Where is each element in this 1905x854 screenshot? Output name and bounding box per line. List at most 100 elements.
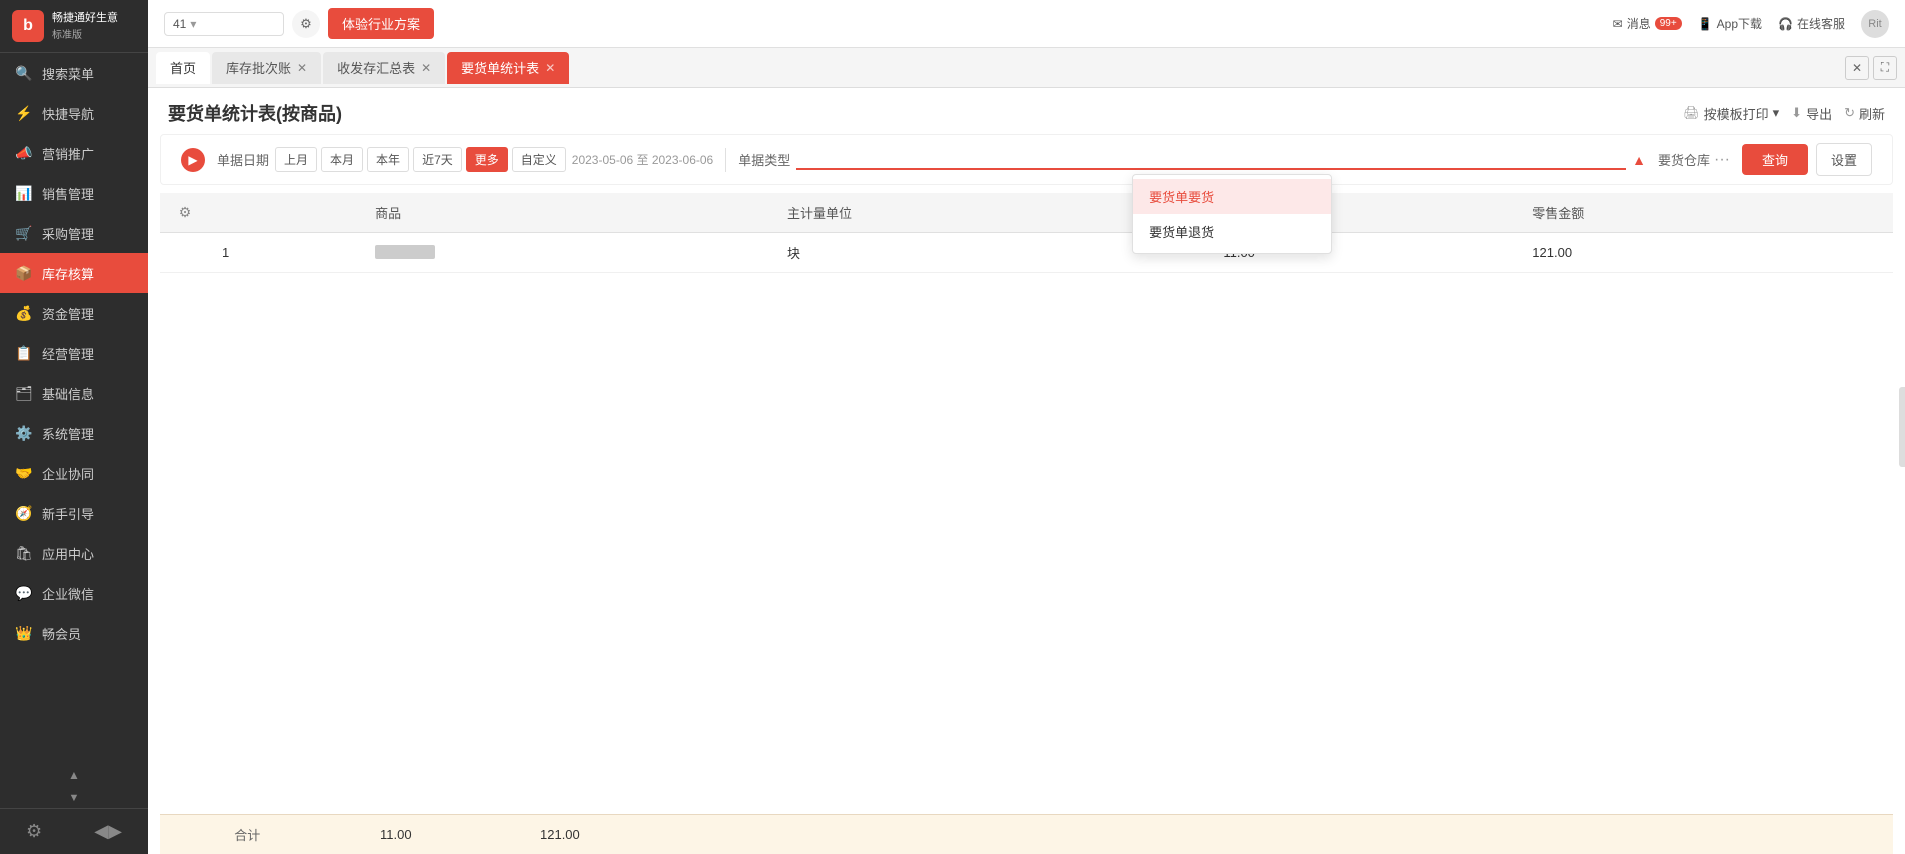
settings-row-button[interactable]: 设置 (1816, 143, 1872, 176)
column-settings-icon[interactable]: ⚙ (179, 204, 192, 220)
sidebar-item-purchase[interactable]: 🛒 采购管理 (0, 213, 148, 253)
tabbar-end: ✕ ⛶ (1845, 56, 1897, 80)
store-num: 41 (173, 17, 186, 31)
sidebar-label-guide: 新手引导 (42, 504, 94, 523)
sidebar-item-search[interactable]: 🔍 搜索菜单 (0, 53, 148, 93)
type-filter-input[interactable] (796, 149, 1626, 170)
sidebar-item-cooperation[interactable]: 🤝 企业协同 (0, 453, 148, 493)
warehouse-filter-more-icon[interactable]: ··· (1714, 151, 1730, 169)
app-logo: b 畅捷通好生意 标准版 (0, 0, 148, 53)
main-area: 41 ▾ ⚙ 体验行业方案 ✉ 消息 99+ 📱 App下载 🎧 在线客服 Ri… (148, 0, 1905, 854)
online-service-action[interactable]: 🎧 在线客服 (1778, 15, 1845, 32)
message-badge: 99+ (1655, 17, 1682, 30)
tab-home[interactable]: 首页 (156, 52, 210, 84)
sidebar-settings-btn[interactable]: ⚙ (18, 817, 50, 846)
footer-amount: 121.00 (540, 827, 620, 842)
sidebar-scroll-down[interactable]: ▼ (0, 788, 148, 808)
col-goods-header: 商品 (363, 193, 775, 233)
tab-inventory-batch[interactable]: 库存批次账 ✕ (212, 52, 321, 84)
store-selector[interactable]: 41 ▾ (164, 12, 284, 36)
sidebar-item-quicknav[interactable]: ⚡ 快捷导航 (0, 93, 148, 133)
sidebar-label-inventory: 库存核算 (42, 264, 94, 283)
date-btn-this-year[interactable]: 本年 (367, 147, 409, 172)
query-button[interactable]: 查询 (1742, 144, 1808, 175)
type-filter-label: 单据类型 (738, 150, 790, 169)
filter-actions: 查询 设置 (1742, 143, 1872, 176)
date-btn-7days[interactable]: 近7天 (413, 147, 462, 172)
sidebar-item-marketing[interactable]: 📣 营销推广 (0, 133, 148, 173)
cell-settings (160, 233, 210, 273)
topbar-settings-btn[interactable]: ⚙ (292, 10, 320, 38)
date-btn-more[interactable]: 更多 (466, 147, 508, 172)
app-name: 畅捷通好生意 (52, 11, 118, 25)
filter-expand-btn[interactable]: ▶ (181, 148, 205, 172)
tab-label-inventory-batch: 库存批次账 (226, 58, 291, 77)
tab-close-inventory-batch[interactable]: ✕ (297, 61, 307, 75)
tab-order-stats[interactable]: 要货单统计表✕ (447, 52, 569, 84)
date-buttons: 上月 本月 本年 近7天 更多 自定义 (275, 147, 566, 172)
date-range-display: 2023-05-06 至 2023-06-06 (572, 151, 713, 168)
col-settings-header: ⚙ (160, 193, 210, 233)
app-download-icon: 📱 (1698, 17, 1713, 31)
sidebar-label-finance: 资金管理 (42, 304, 94, 323)
operation-icon: 📋 (14, 343, 34, 363)
date-btn-last-month[interactable]: 上月 (275, 147, 317, 172)
app-download-label: App下载 (1717, 15, 1762, 32)
topbar: 41 ▾ ⚙ 体验行业方案 ✉ 消息 99+ 📱 App下载 🎧 在线客服 Ri… (148, 0, 1905, 48)
sidebar-item-operation[interactable]: 📋 经营管理 (0, 333, 148, 373)
date-btn-this-month[interactable]: 本月 (321, 147, 363, 172)
sidebar-item-appstore[interactable]: 🛍 应用中心 (0, 533, 148, 573)
tabbar: 首页库存批次账✕收发存汇总表✕要货单统计表✕ ✕ ⛶ (148, 48, 1905, 88)
date-btn-custom[interactable]: 自定义 (512, 147, 566, 172)
sidebar-item-sales[interactable]: 📊 销售管理 (0, 173, 148, 213)
tab-close-order-stats[interactable]: ✕ (545, 61, 555, 75)
export-btn[interactable]: ⬇ 导出 (1791, 104, 1832, 123)
filter-bar: ▶ 单据日期 上月 本月 本年 近7天 更多 自定义 2023-05-06 至 … (160, 134, 1893, 185)
sidebar-label-wechat: 企业微信 (42, 584, 94, 603)
user-avatar-text: Rit (1868, 18, 1881, 30)
filter-divider-1 (725, 148, 726, 172)
sidebar-scroll-up[interactable]: ▲ (0, 762, 148, 788)
sidebar-item-finance[interactable]: 💰 资金管理 (0, 293, 148, 333)
sidebar-item-inventory[interactable]: 📦 库存核算 (0, 253, 148, 293)
dropdown-item-0[interactable]: 要货单要货 (1133, 179, 1331, 214)
app-download-action[interactable]: 📱 App下载 (1698, 15, 1762, 32)
sidebar-item-base[interactable]: 🗂 基础信息 (0, 373, 148, 413)
dropdown-item-1[interactable]: 要货单退货 (1133, 214, 1331, 249)
warehouse-filter-group: 要货仓库 ··· (1658, 150, 1730, 169)
type-filter-group: 单据类型 ▲ 要货单要货 要货单退货 (738, 149, 1646, 170)
tab-receive-summary[interactable]: 收发存汇总表✕ (323, 52, 445, 84)
right-scroll-indicator[interactable] (1899, 387, 1905, 467)
logo-icon: b (12, 10, 44, 42)
sidebar-item-guide[interactable]: 🧭 新手引导 (0, 493, 148, 533)
inventory-icon: 📦 (14, 263, 34, 283)
sidebar-collapse-btn[interactable]: ◀▶ (86, 817, 130, 846)
tab-label-home: 首页 (170, 58, 196, 77)
table-row: 1 块 11.00 121.00 (160, 233, 1893, 273)
app-edition: 标准版 (52, 26, 118, 41)
sidebar-item-wechat[interactable]: 💬 企业微信 (0, 573, 148, 613)
col-index-header (210, 193, 363, 233)
sidebar-item-member[interactable]: 👑 畅会员 (0, 613, 148, 653)
base-icon: 🗂 (14, 383, 34, 403)
tab-fullscreen-btn[interactable]: ⛶ (1873, 56, 1897, 80)
col-amount-header: 零售金额 (1520, 193, 1893, 233)
type-dropdown: 要货单要货 要货单退货 (1132, 174, 1332, 254)
trial-industry-button[interactable]: 体验行业方案 (328, 8, 434, 39)
tab-close-all-btn[interactable]: ✕ (1845, 56, 1869, 80)
sidebar-item-system[interactable]: ⚙️ 系统管理 (0, 413, 148, 453)
print-template-btn[interactable]: 🖨 按模板打印 ▾ (1683, 104, 1779, 123)
print-label: 按模板打印 (1704, 104, 1769, 123)
export-icon: ⬇ (1791, 105, 1802, 121)
cell-goods (363, 233, 775, 273)
tab-close-receive-summary[interactable]: ✕ (421, 61, 431, 75)
marketing-icon: 📣 (14, 143, 34, 163)
store-chevron-icon: ▾ (190, 17, 196, 31)
user-avatar[interactable]: Rit (1861, 10, 1889, 38)
type-filter-chevron-icon[interactable]: ▲ (1632, 152, 1646, 168)
message-action[interactable]: ✉ 消息 99+ (1613, 15, 1682, 32)
sidebar-label-quicknav: 快捷导航 (42, 104, 94, 123)
sidebar-nav: 🔍 搜索菜单 ⚡ 快捷导航 📣 营销推广 📊 销售管理 🛒 采购管理 📦 库存核… (0, 53, 148, 762)
sidebar-label-search: 搜索菜单 (42, 64, 94, 83)
refresh-btn[interactable]: ↻ 刷新 (1844, 104, 1885, 123)
